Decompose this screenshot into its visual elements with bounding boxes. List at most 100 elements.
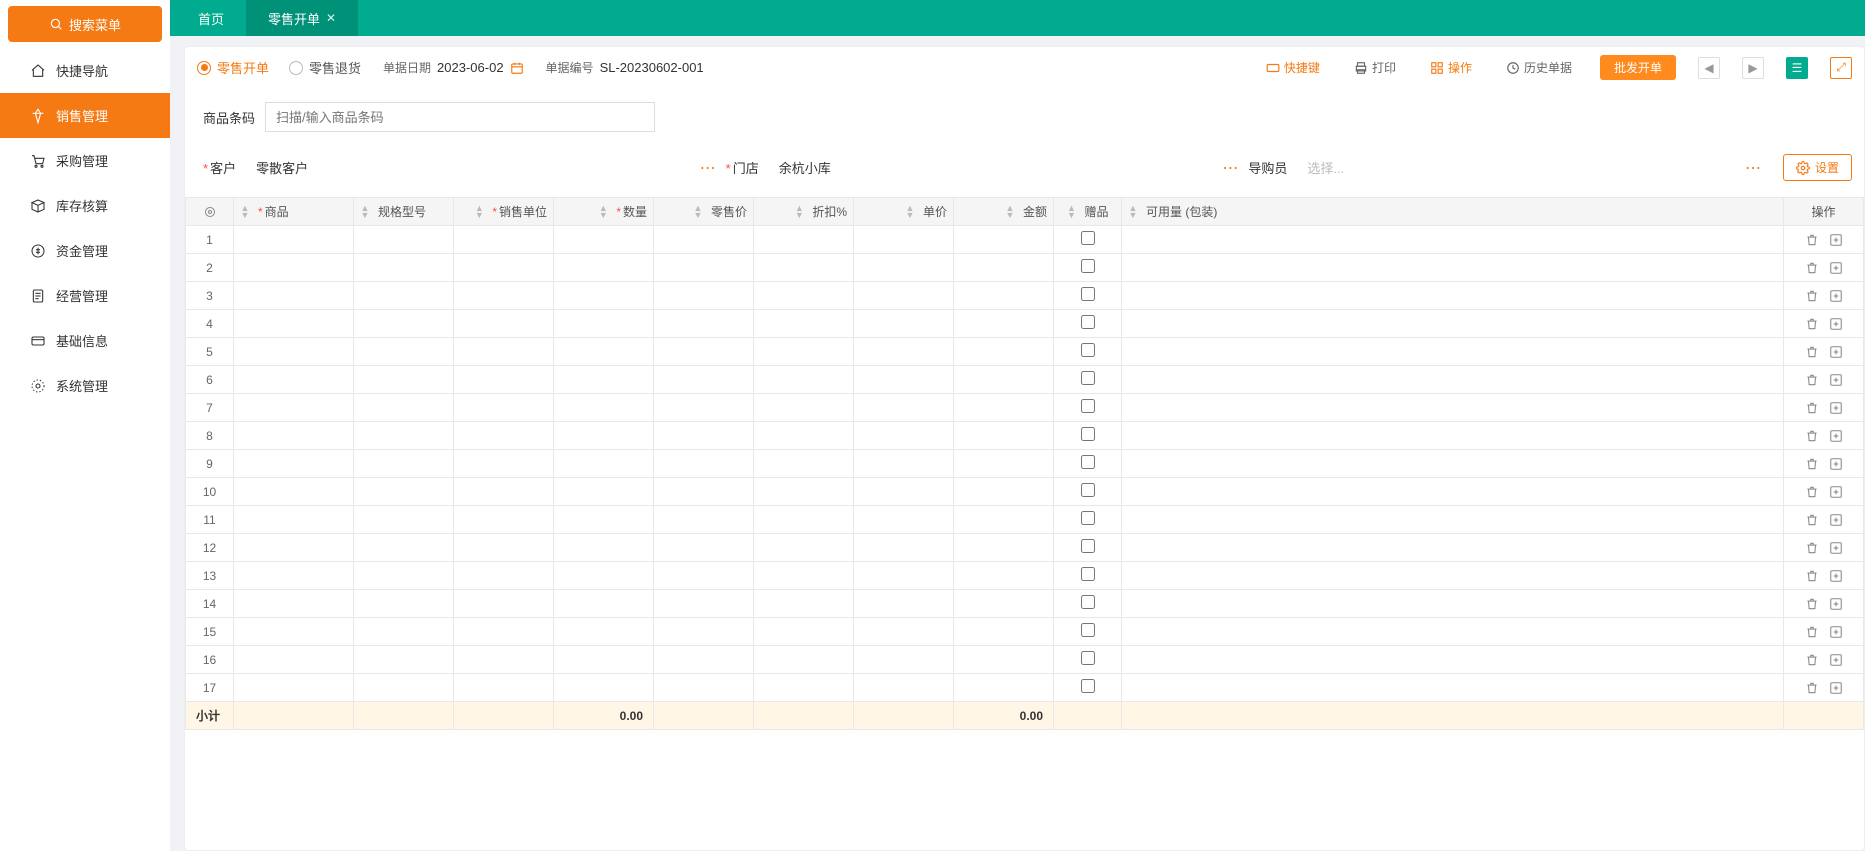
delete-icon[interactable] [1805, 261, 1819, 275]
add-row-icon[interactable] [1829, 345, 1843, 359]
tab[interactable]: 零售开单✕ [246, 0, 358, 36]
expand-button[interactable]: ⤢ [1830, 57, 1852, 79]
sidebar-item[interactable]: 快捷导航 [0, 48, 170, 93]
add-row-icon[interactable] [1829, 513, 1843, 527]
close-icon[interactable]: ✕ [326, 11, 336, 25]
delete-icon[interactable] [1805, 345, 1819, 359]
table-row[interactable]: 7 [186, 394, 1864, 422]
col-spec[interactable]: ▲▼规格型号 [354, 198, 454, 226]
guide-picker-icon[interactable]: ⋯ [1735, 158, 1771, 178]
gift-checkbox[interactable] [1081, 371, 1095, 385]
delete-icon[interactable] [1805, 625, 1819, 639]
gift-checkbox[interactable] [1081, 511, 1095, 525]
col-unit[interactable]: ▲▼*销售单位 [454, 198, 554, 226]
gift-checkbox[interactable] [1081, 483, 1095, 497]
table-row[interactable]: 17 [186, 674, 1864, 702]
table-row[interactable]: 6 [186, 366, 1864, 394]
table-row[interactable]: 3 [186, 282, 1864, 310]
gift-checkbox[interactable] [1081, 259, 1095, 273]
gift-checkbox[interactable] [1081, 567, 1095, 581]
table-row[interactable]: 8 [186, 422, 1864, 450]
delete-icon[interactable] [1805, 485, 1819, 499]
table-row[interactable]: 15 [186, 618, 1864, 646]
print-button[interactable]: 打印 [1348, 56, 1402, 79]
delete-icon[interactable] [1805, 681, 1819, 695]
radio-retail-open[interactable]: 零售开单 [197, 58, 269, 77]
col-product[interactable]: ▲▼*商品 [234, 198, 354, 226]
operate-button[interactable]: 操作 [1424, 56, 1478, 79]
add-row-icon[interactable] [1829, 373, 1843, 387]
gift-checkbox[interactable] [1081, 539, 1095, 553]
delete-icon[interactable] [1805, 289, 1819, 303]
table-row[interactable]: 4 [186, 310, 1864, 338]
table-row[interactable]: 13 [186, 562, 1864, 590]
history-button[interactable]: 历史单据 [1500, 56, 1578, 79]
add-row-icon[interactable] [1829, 233, 1843, 247]
gift-checkbox[interactable] [1081, 455, 1095, 469]
tab[interactable]: 首页 [176, 0, 246, 36]
add-row-icon[interactable] [1829, 597, 1843, 611]
add-row-icon[interactable] [1829, 653, 1843, 667]
gift-checkbox[interactable] [1081, 595, 1095, 609]
add-row-icon[interactable] [1829, 261, 1843, 275]
col-discount[interactable]: ▲▼折扣% [754, 198, 854, 226]
delete-icon[interactable] [1805, 373, 1819, 387]
delete-icon[interactable] [1805, 317, 1819, 331]
table-row[interactable]: 16 [186, 646, 1864, 674]
radio-retail-return[interactable]: 零售退货 [289, 58, 361, 77]
add-row-icon[interactable] [1829, 289, 1843, 303]
col-config[interactable] [186, 198, 234, 226]
add-row-icon[interactable] [1829, 485, 1843, 499]
col-qty[interactable]: ▲▼*数量 [554, 198, 654, 226]
customer-picker-icon[interactable]: ⋯ [690, 158, 726, 178]
delete-icon[interactable] [1805, 541, 1819, 555]
delete-icon[interactable] [1805, 653, 1819, 667]
col-retail[interactable]: ▲▼零售价 [654, 198, 754, 226]
table-row[interactable]: 11 [186, 506, 1864, 534]
delete-icon[interactable] [1805, 513, 1819, 527]
sidebar-item[interactable]: 库存核算 [0, 183, 170, 228]
sidebar-item[interactable]: 经营管理 [0, 273, 170, 318]
table-row[interactable]: 9 [186, 450, 1864, 478]
gift-checkbox[interactable] [1081, 231, 1095, 245]
delete-icon[interactable] [1805, 401, 1819, 415]
store-filter[interactable]: *门店 余杭小库 ⋯ [726, 154, 1249, 181]
gift-checkbox[interactable] [1081, 343, 1095, 357]
bulk-order-button[interactable]: 批发开单 [1600, 55, 1676, 80]
delete-icon[interactable] [1805, 597, 1819, 611]
guide-filter[interactable]: 导购员 选择... ⋯ [1248, 154, 1771, 181]
add-row-icon[interactable] [1829, 429, 1843, 443]
search-menu-button[interactable]: 搜索菜单 [8, 6, 162, 42]
sidebar-item[interactable]: 资金管理 [0, 228, 170, 273]
gift-checkbox[interactable] [1081, 623, 1095, 637]
add-row-icon[interactable] [1829, 541, 1843, 555]
barcode-input[interactable] [265, 102, 655, 132]
gift-checkbox[interactable] [1081, 679, 1095, 693]
table-row[interactable]: 1 [186, 226, 1864, 254]
col-gift[interactable]: ▲▼赠品 [1054, 198, 1122, 226]
shortcut-button[interactable]: 快捷键 [1260, 56, 1326, 79]
store-picker-icon[interactable]: ⋯ [1212, 158, 1248, 178]
gift-checkbox[interactable] [1081, 399, 1095, 413]
add-row-icon[interactable] [1829, 401, 1843, 415]
add-row-icon[interactable] [1829, 569, 1843, 583]
delete-icon[interactable] [1805, 233, 1819, 247]
add-row-icon[interactable] [1829, 625, 1843, 639]
table-row[interactable]: 10 [186, 478, 1864, 506]
gift-checkbox[interactable] [1081, 315, 1095, 329]
next-button[interactable]: ▶ [1742, 57, 1764, 79]
table-row[interactable]: 5 [186, 338, 1864, 366]
gift-checkbox[interactable] [1081, 651, 1095, 665]
add-row-icon[interactable] [1829, 317, 1843, 331]
add-row-icon[interactable] [1829, 457, 1843, 471]
customer-filter[interactable]: *客户 零散客户 ⋯ [203, 154, 726, 181]
settings-button[interactable]: 设置 [1783, 154, 1852, 181]
col-uprice[interactable]: ▲▼单价 [854, 198, 954, 226]
list-view-button[interactable]: ☰ [1786, 57, 1808, 79]
sidebar-item[interactable]: 采购管理 [0, 138, 170, 183]
gift-checkbox[interactable] [1081, 287, 1095, 301]
sidebar-item[interactable]: 基础信息 [0, 318, 170, 363]
table-row[interactable]: 2 [186, 254, 1864, 282]
delete-icon[interactable] [1805, 457, 1819, 471]
delete-icon[interactable] [1805, 569, 1819, 583]
